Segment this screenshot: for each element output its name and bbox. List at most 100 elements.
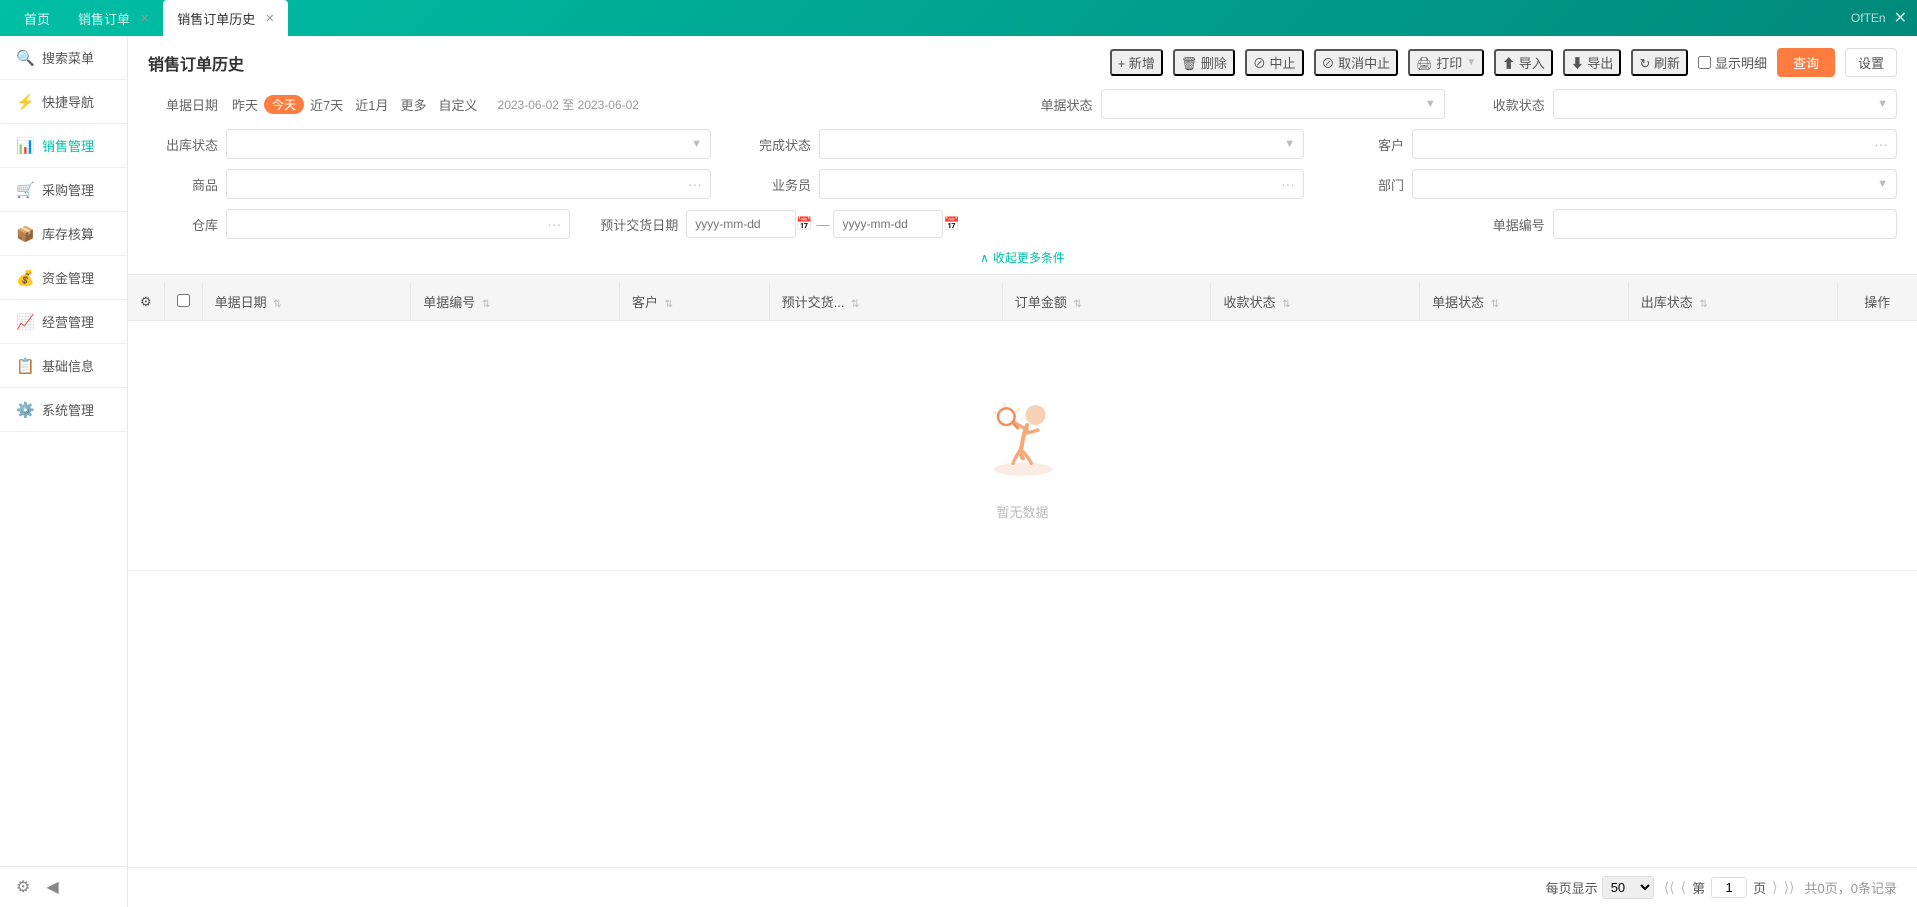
department-control[interactable]: ▼ xyxy=(1412,169,1897,199)
payment-status-control[interactable]: ▼ xyxy=(1553,89,1897,119)
sidebar-item-operations[interactable]: 📈 经营管理 xyxy=(0,300,127,344)
date-opt-today[interactable]: 今天 xyxy=(264,95,304,114)
col-order-amount-sort: ⇅ xyxy=(1073,299,1081,310)
col-doc-date[interactable]: 单据日期 ⇅ xyxy=(202,283,411,321)
tab-home[interactable]: 首页 xyxy=(10,0,64,36)
col-doc-date-label: 单据日期 xyxy=(215,295,267,310)
sidebar-item-sales[interactable]: 📊 销售管理 xyxy=(0,124,127,168)
col-doc-status[interactable]: 单据状态 ⇅ xyxy=(1420,283,1629,321)
display-detail-checkbox[interactable] xyxy=(1698,56,1711,69)
customer-control[interactable]: ··· xyxy=(1412,129,1897,159)
sidebar-collapse-icon[interactable]: ◀ xyxy=(46,877,58,897)
stop-button[interactable]: ⊘ 中止 xyxy=(1245,49,1304,76)
date-opt-7days[interactable]: 近7天 xyxy=(304,95,349,114)
top-bar-close-icon[interactable]: ✕ xyxy=(1894,8,1907,28)
total-text: 共0页，0条记录 xyxy=(1805,878,1897,897)
completion-status-label: 完成状态 xyxy=(741,135,811,154)
col-outbound-status[interactable]: 出库状态 ⇅ xyxy=(1628,283,1837,321)
cal-from-icon[interactable]: 📅 xyxy=(796,216,812,232)
filter-row-1: 单据日期 昨天 今天 近7天 近1月 更多 自定义 2023-06-02 至 2… xyxy=(148,89,1897,119)
last-page-button[interactable]: ⟩⟩ xyxy=(1784,879,1795,896)
tab-sales-order[interactable]: 销售订单 ✕ xyxy=(64,0,163,36)
sidebar-item-finance[interactable]: 💰 资金管理 xyxy=(0,256,127,300)
export-button[interactable]: ⬇ 导出 xyxy=(1563,49,1622,76)
doc-number-control[interactable] xyxy=(1553,209,1897,239)
sidebar-item-purchase[interactable]: 🛒 采购管理 xyxy=(0,168,127,212)
prev-page-button[interactable]: ⟨ xyxy=(1681,879,1686,896)
date-opt-yesterday[interactable]: 昨天 xyxy=(226,95,264,114)
filter-completion-status: 完成状态 ▼ xyxy=(741,129,1304,159)
tab-sales-history-close[interactable]: ✕ xyxy=(265,12,274,25)
toolbar: + 新增 🗑 删除 ⊘ 中止 ⊘ 取消中止 🖨 打印 ▼ xyxy=(1110,48,1897,77)
per-page-dropdown[interactable]: 10 20 50 100 xyxy=(1602,876,1654,899)
print-button[interactable]: 🖨 打印 ▼ xyxy=(1408,49,1484,76)
filter-outbound-status: 出库状态 ▼ xyxy=(148,129,711,159)
date-opt-1month[interactable]: 近1月 xyxy=(349,95,394,114)
cancel-stop-button-label: ⊘ 取消中止 xyxy=(1322,53,1391,72)
product-control[interactable]: ··· xyxy=(226,169,711,199)
col-doc-status-sort: ⇅ xyxy=(1491,299,1499,310)
sidebar-item-sales-label: 销售管理 xyxy=(42,136,94,155)
col-payment-status[interactable]: 收款状态 ⇅ xyxy=(1211,283,1420,321)
cal-to-icon[interactable]: 📅 xyxy=(943,216,959,232)
sidebar-bottom: ⚙ ◀ xyxy=(0,866,127,907)
collapse-label: 收起更多条件 xyxy=(993,249,1065,266)
sidebar-item-inventory[interactable]: 📦 库存核算 xyxy=(0,212,127,256)
col-checkbox[interactable] xyxy=(164,283,202,321)
sidebar-item-search[interactable]: 🔍 搜索菜单 xyxy=(0,36,127,80)
query-button[interactable]: 查询 xyxy=(1777,48,1835,77)
table-settings-icon[interactable]: ⚙ xyxy=(140,294,152,309)
tab-sales-history[interactable]: 销售订单历史 ✕ xyxy=(163,0,288,36)
sidebar-item-quick-nav[interactable]: ⚡ 快捷导航 xyxy=(0,80,127,124)
filter-doc-number: 单据编号 xyxy=(1475,209,1897,239)
col-settings[interactable]: ⚙ xyxy=(128,283,164,321)
settings-button[interactable]: 设置 xyxy=(1845,48,1897,77)
warehouse-dots-icon: ··· xyxy=(547,216,561,232)
filter-doc-status: 单据状态 ▼ xyxy=(1023,89,1445,119)
col-order-amount[interactable]: 订单金额 ⇅ xyxy=(1002,283,1211,321)
finance-icon: 💰 xyxy=(16,269,34,287)
sidebar-item-system[interactable]: ⚙️ 系统管理 xyxy=(0,388,127,432)
sidebar-item-base[interactable]: 📋 基础信息 xyxy=(0,344,127,388)
customer-label: 客户 xyxy=(1334,135,1404,154)
import-button[interactable]: ⬆ 导入 xyxy=(1494,49,1553,76)
footer: 每页显示 10 20 50 100 ⟨⟨ ⟨ 第 页 ⟩ ⟩⟩ 共0页，0条记录 xyxy=(128,867,1917,907)
salesperson-control[interactable]: ··· xyxy=(819,169,1304,199)
tab-sales-order-close[interactable]: ✕ xyxy=(140,12,149,25)
sidebar-settings-icon[interactable]: ⚙ xyxy=(16,877,30,897)
date-opt-more[interactable]: 更多 xyxy=(395,95,433,114)
warehouse-control[interactable]: ··· xyxy=(226,209,570,239)
next-page-button[interactable]: ⟩ xyxy=(1772,879,1777,896)
collapse-row[interactable]: ∧ 收起更多条件 xyxy=(148,245,1897,266)
filter-salesperson: 业务员 ··· xyxy=(741,169,1304,199)
col-est-delivery[interactable]: 预计交货... ⇅ xyxy=(769,283,1002,321)
doc-status-control[interactable]: ▼ xyxy=(1101,89,1445,119)
outbound-status-control[interactable]: ▼ xyxy=(226,129,711,159)
top-bar: 首页 销售订单 ✕ 销售订单历史 ✕ OfTEn ✕ xyxy=(0,0,1917,36)
select-all-checkbox[interactable] xyxy=(177,294,190,307)
refresh-button[interactable]: ↻ 刷新 xyxy=(1631,49,1688,76)
col-customer[interactable]: 客户 ⇅ xyxy=(619,283,769,321)
completion-status-control[interactable]: ▼ xyxy=(819,129,1304,159)
new-button[interactable]: + 新增 xyxy=(1110,49,1163,76)
doc-date-label: 单据日期 xyxy=(148,95,218,114)
filter-department: 部门 ▼ xyxy=(1334,169,1897,199)
salesperson-dots-icon: ··· xyxy=(1281,176,1295,192)
cancel-stop-button[interactable]: ⊘ 取消中止 xyxy=(1314,49,1399,76)
sidebar-item-purchase-label: 采购管理 xyxy=(42,180,94,199)
import-button-label: ⬆ 导入 xyxy=(1502,53,1545,72)
delete-button[interactable]: 🗑 删除 xyxy=(1173,49,1235,76)
sidebar-item-operations-label: 经营管理 xyxy=(42,312,94,331)
page-input[interactable] xyxy=(1711,877,1747,898)
est-delivery-from[interactable] xyxy=(686,210,796,238)
col-outbound-status-sort: ⇅ xyxy=(1699,299,1707,310)
sidebar-item-finance-label: 资金管理 xyxy=(42,268,94,287)
filter-row-2: 出库状态 ▼ 完成状态 ▼ 客户 ··· xyxy=(148,129,1897,159)
date-opt-custom[interactable]: 自定义 xyxy=(433,95,484,114)
first-page-button[interactable]: ⟨⟨ xyxy=(1664,879,1675,896)
stop-button-label: ⊘ 中止 xyxy=(1253,53,1296,72)
display-detail-label: 显示明细 xyxy=(1698,53,1767,72)
est-delivery-to[interactable] xyxy=(833,210,943,238)
collapse-up-icon: ∧ xyxy=(980,251,989,265)
col-doc-number[interactable]: 单据编号 ⇅ xyxy=(411,283,620,321)
